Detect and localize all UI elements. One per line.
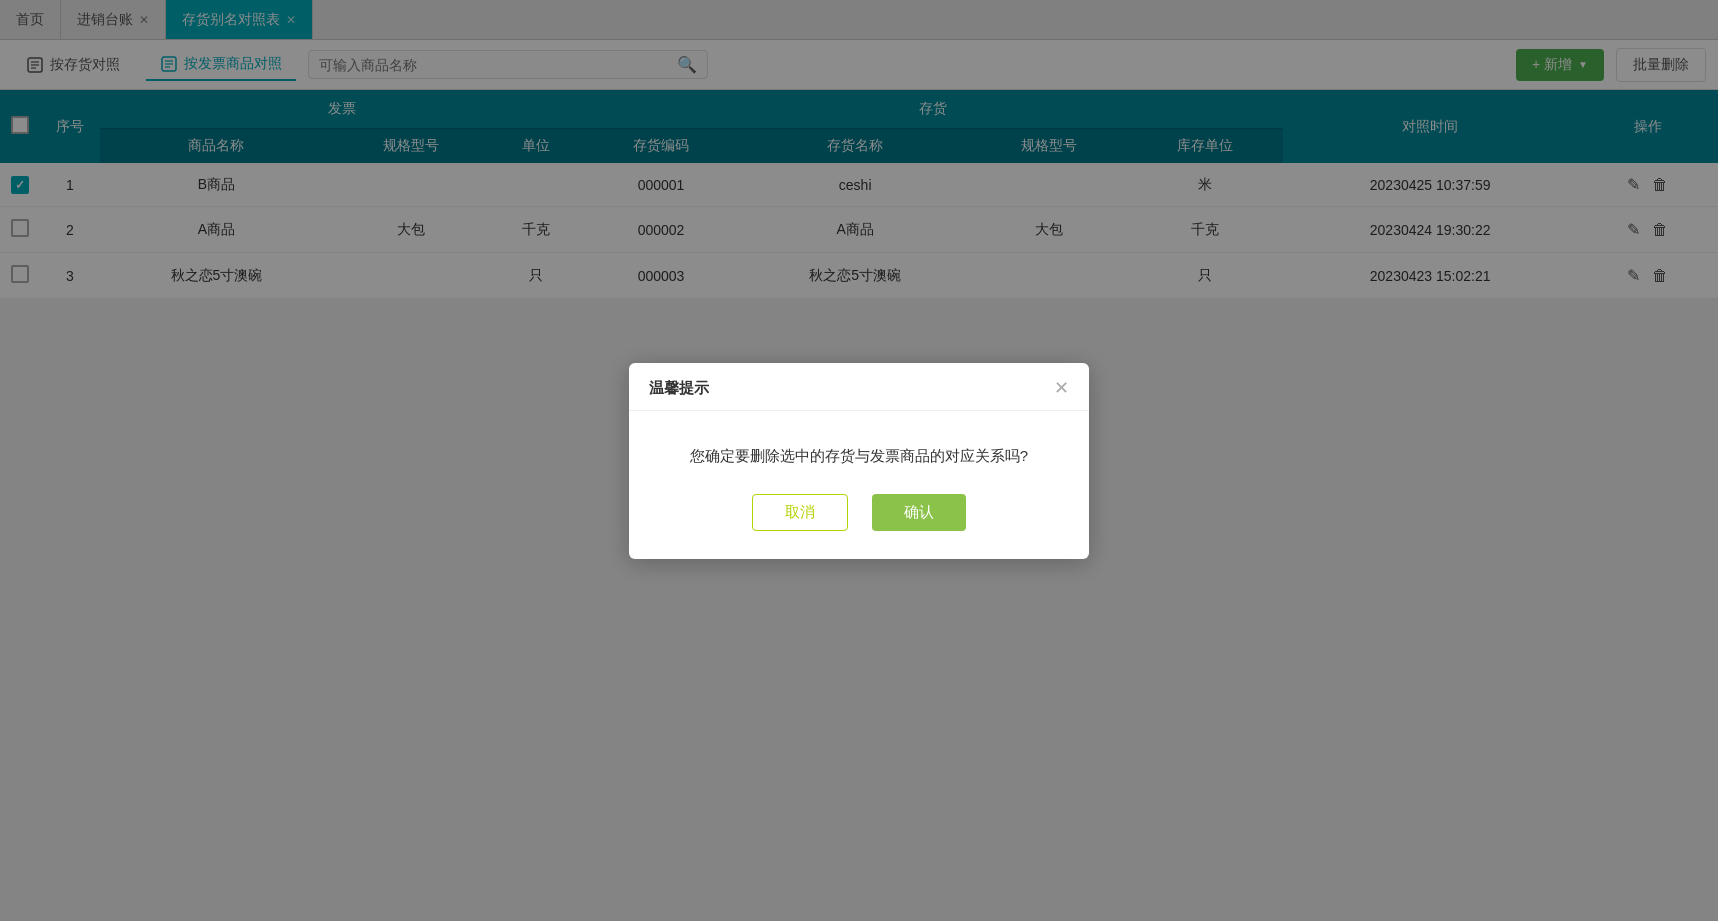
dialog-footer: 取消 确认 [629,494,1089,559]
confirm-dialog: 温馨提示 ✕ 您确定要删除选中的存货与发票商品的对应关系吗? 取消 确认 [629,363,1089,559]
dialog-message: 您确定要删除选中的存货与发票商品的对应关系吗? [690,447,1028,464]
dialog-cancel-button[interactable]: 取消 [752,494,848,531]
dialog-header: 温馨提示 ✕ [629,363,1089,411]
dialog-confirm-button[interactable]: 确认 [872,494,966,531]
dialog-overlay: 温馨提示 ✕ 您确定要删除选中的存货与发票商品的对应关系吗? 取消 确认 [0,0,1718,921]
dialog-title: 温馨提示 [649,379,709,398]
dialog-body: 您确定要删除选中的存货与发票商品的对应关系吗? [629,411,1089,494]
dialog-close-button[interactable]: ✕ [1054,379,1069,397]
